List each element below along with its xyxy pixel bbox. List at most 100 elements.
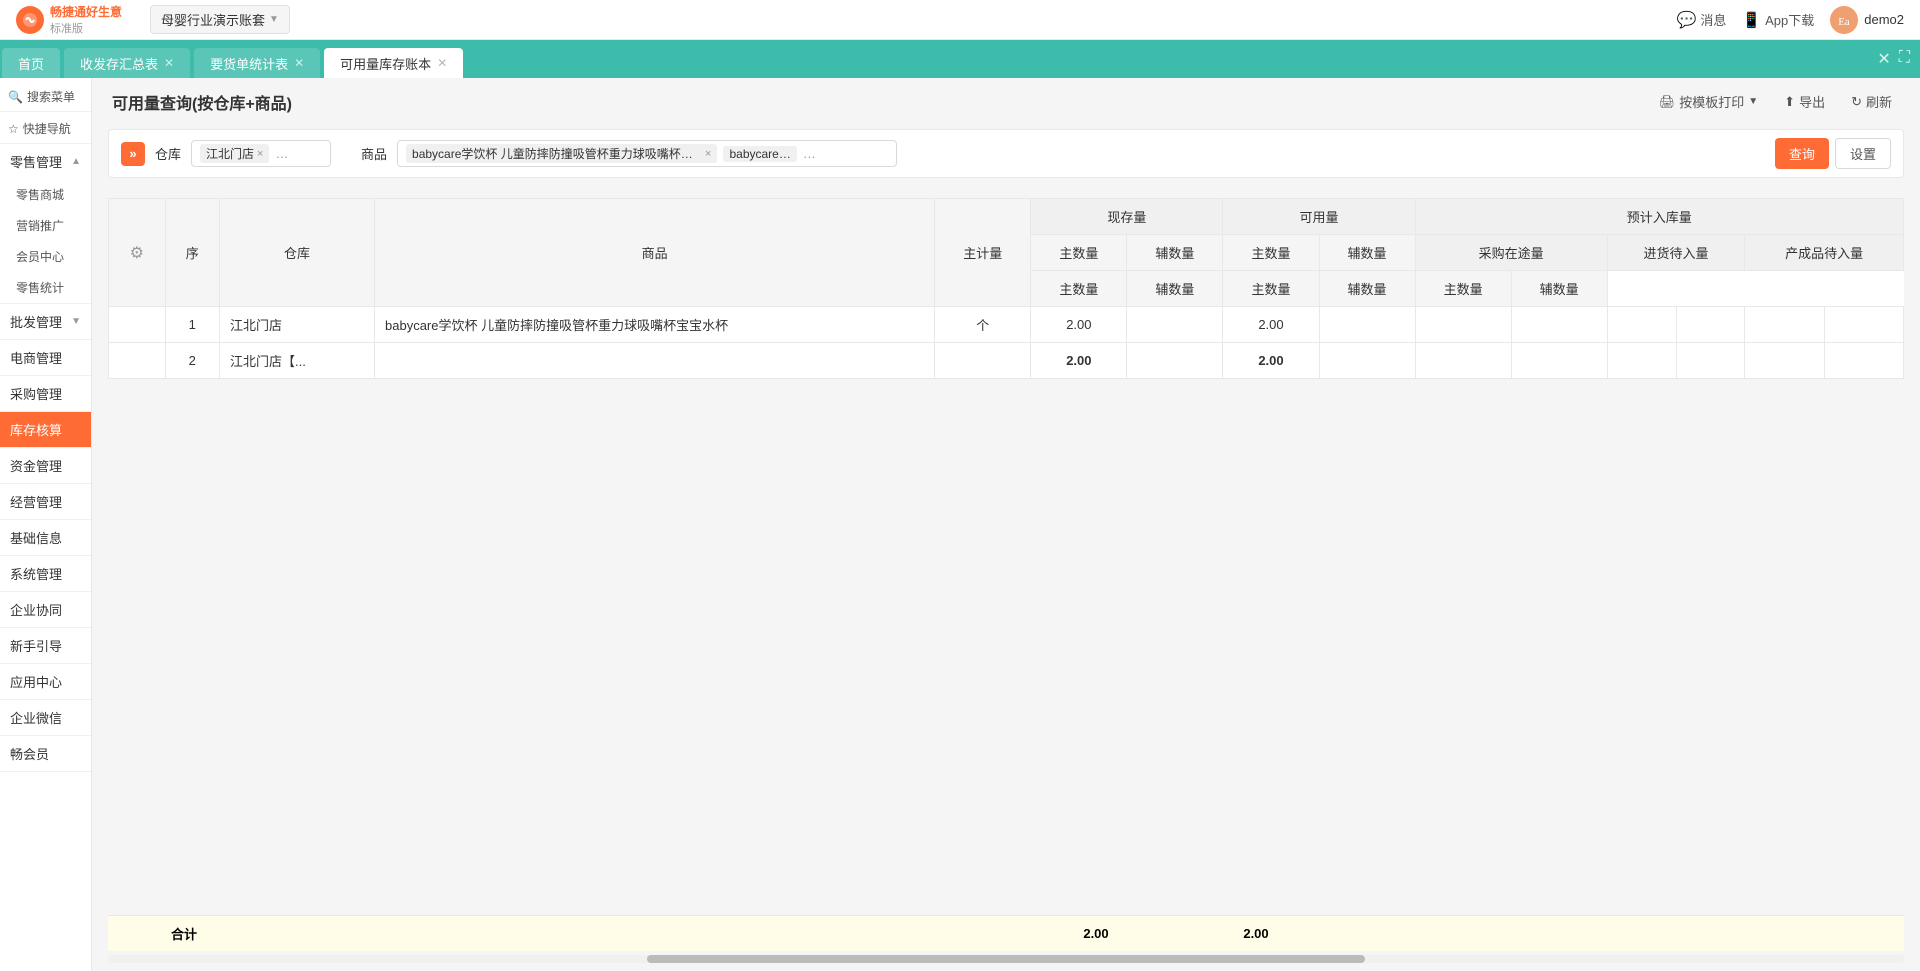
sidebar-section-new-guide: 新手引导 xyxy=(0,628,91,664)
close-all-tabs-btn[interactable]: ✕ xyxy=(1877,49,1890,69)
sidebar-item-retail-store[interactable]: 零售商城 xyxy=(0,179,91,210)
warehouse-filter-input[interactable]: 江北门店 × … xyxy=(191,140,331,167)
th-purchase-aux2: 辅数量 xyxy=(1127,271,1223,307)
sidebar-finance-header[interactable]: 资金管理 xyxy=(0,448,91,483)
logo-text-area: 畅捷通好生意 标准版 xyxy=(50,3,122,36)
avatar xyxy=(1830,6,1858,34)
th-production-main: 主数量 xyxy=(1415,271,1511,307)
scroll-thumb[interactable] xyxy=(647,955,1365,963)
sidebar: 🔍 搜索菜单 ☆ 快捷导航 零售管理 ▲ 零售商城 营销推广 会员中心 零售统计 xyxy=(0,78,92,971)
sidebar-enterprise-wechat-header[interactable]: 企业微信 xyxy=(0,700,91,735)
row2-inbound-main xyxy=(1607,343,1676,379)
product-filter-input[interactable]: babycare学饮杯 儿童防摔防撞吸管杯重力球吸嘴杯宝宝水杯 × babyca… xyxy=(397,140,897,167)
footer-avail-main: 2.00 xyxy=(1216,926,1296,941)
close-tab-order-stats[interactable]: ✕ xyxy=(294,56,304,70)
sidebar-basic-info-header[interactable]: 基础信息 xyxy=(0,520,91,555)
sidebar-retail-header[interactable]: 零售管理 ▲ xyxy=(0,144,91,179)
page-header: 可用量查询(按仓库+商品) 🖨 按模板打印 ▼ ⬆ 导出 ↻ 刷新 xyxy=(92,78,1920,121)
row2-production-aux xyxy=(1824,343,1903,379)
product-tag2: babycare… xyxy=(723,146,796,162)
star-icon: ☆ xyxy=(8,122,19,136)
industry-selector[interactable]: 母婴行业演示账套 ▼ xyxy=(150,5,290,34)
filter-wrapper: » 仓库 江北门店 × … 商品 babycare学饮杯 儿童防摔防撞吸管杯重力… xyxy=(92,121,1920,186)
app-download-icon: 📱 xyxy=(1742,11,1761,29)
warehouse-dots[interactable]: … xyxy=(275,146,288,161)
sidebar-app-center-header[interactable]: 应用中心 xyxy=(0,664,91,699)
sidebar-basic-info-label: 基础信息 xyxy=(10,528,62,547)
tab-home[interactable]: 首页 xyxy=(2,48,60,78)
footer-label: 合计 xyxy=(164,924,204,943)
sidebar-item-retail-stats[interactable]: 零售统计 xyxy=(0,272,91,303)
row1-inbound-main xyxy=(1607,307,1676,343)
chevron-down-icon2: ▼ xyxy=(71,316,81,327)
refresh-icon: ↻ xyxy=(1851,94,1862,110)
product-tag-remove[interactable]: × xyxy=(705,148,711,160)
sidebar-quick-nav[interactable]: ☆ 快捷导航 xyxy=(0,112,91,144)
main-layout: 🔍 搜索菜单 ☆ 快捷导航 零售管理 ▲ 零售商城 营销推广 会员中心 零售统计 xyxy=(0,78,1920,971)
footer-stock-main: 2.00 xyxy=(1056,926,1136,941)
nav-tabs: 首页 收发存汇总表 ✕ 要货单统计表 ✕ 可用量库存账本 ✕ ✕ ⛶ xyxy=(0,40,1920,78)
query-btn[interactable]: 查询 xyxy=(1775,138,1829,169)
user-area[interactable]: demo2 xyxy=(1830,6,1904,34)
table-footer: 合计 2.00 2.00 xyxy=(108,915,1904,951)
close-tab-receive-send[interactable]: ✕ xyxy=(164,56,174,70)
chevron-down-icon: ▼ xyxy=(269,14,279,25)
sidebar-system-header[interactable]: 系统管理 xyxy=(0,556,91,591)
tab-receive-send[interactable]: 收发存汇总表 ✕ xyxy=(64,48,190,78)
tab-order-stats-label: 要货单统计表 xyxy=(210,54,288,73)
sidebar-section-system: 系统管理 xyxy=(0,556,91,592)
sidebar-vip-header[interactable]: 畅会员 xyxy=(0,736,91,771)
sidebar-search[interactable]: 🔍 搜索菜单 xyxy=(0,78,91,112)
row1-production-main xyxy=(1745,307,1824,343)
sidebar-item-retail-store-label: 零售商城 xyxy=(16,188,64,202)
sidebar-section-retail: 零售管理 ▲ 零售商城 营销推广 会员中心 零售统计 xyxy=(0,144,91,304)
th-warehouse: 仓库 xyxy=(220,199,375,307)
sidebar-inventory-header[interactable]: 库存核算 xyxy=(0,412,91,447)
sidebar-section-enterprise-wechat: 企业微信 xyxy=(0,700,91,736)
sidebar-enterprise-collab-header[interactable]: 企业协同 xyxy=(0,592,91,627)
row1-settings xyxy=(109,307,166,343)
row1-purchase-main xyxy=(1415,307,1511,343)
export-btn[interactable]: ⬆ 导出 xyxy=(1776,88,1833,115)
user-name[interactable]: demo2 xyxy=(1864,12,1904,27)
warehouse-tag: 江北门店 × xyxy=(200,144,269,163)
filter-expand-btn[interactable]: » xyxy=(121,142,145,166)
logo-area: 畅捷通好生意 标准版 xyxy=(16,3,122,36)
product-tag2-value: babycare… xyxy=(729,147,790,161)
warehouse-tag-remove[interactable]: × xyxy=(257,148,263,160)
th-avail-main: 主数量 xyxy=(1223,235,1319,271)
app-download-action[interactable]: 📱 App下载 xyxy=(1742,10,1814,29)
sidebar-item-marketing[interactable]: 营销推广 xyxy=(0,210,91,241)
template-print-btn[interactable]: 🖨 按模板打印 ▼ xyxy=(1651,88,1766,115)
gear-icon[interactable]: ⚙ xyxy=(130,245,144,262)
refresh-btn[interactable]: ↻ 刷新 xyxy=(1843,88,1900,115)
row1-stock-aux xyxy=(1127,307,1223,343)
sidebar-section-purchase: 采购管理 xyxy=(0,376,91,412)
chevron-up-icon: ▲ xyxy=(71,156,81,167)
sidebar-item-member-center[interactable]: 会员中心 xyxy=(0,241,91,272)
export-label: 导出 xyxy=(1799,92,1825,111)
page-actions: 🖨 按模板打印 ▼ ⬆ 导出 ↻ 刷新 xyxy=(1651,88,1900,115)
sidebar-ecommerce-header[interactable]: 电商管理 xyxy=(0,340,91,375)
th-available-group: 可用量 xyxy=(1223,199,1415,235)
table-row: 2 江北门店【... 2.00 2.00 xyxy=(109,343,1904,379)
tab-order-stats[interactable]: 要货单统计表 ✕ xyxy=(194,48,320,78)
th-stock-aux: 辅数量 xyxy=(1127,235,1223,271)
table-wrapper: ⚙ 序 仓库 商品 主计量 现存量 可用量 预计入库量 主数量 辅数量 xyxy=(92,186,1920,915)
tab-available-stock[interactable]: 可用量库存账本 ✕ xyxy=(324,48,463,78)
product-dots[interactable]: … xyxy=(803,146,816,161)
sidebar-wholesale-header[interactable]: 批发管理 ▼ xyxy=(0,304,91,339)
sidebar-wholesale-label: 批发管理 xyxy=(10,312,62,331)
settings-btn[interactable]: 设置 xyxy=(1835,138,1891,169)
tab-home-label: 首页 xyxy=(18,54,44,73)
row2-purchase-aux xyxy=(1511,343,1607,379)
expand-tabs-btn[interactable]: ⛶ xyxy=(1899,49,1910,69)
horizontal-scrollbar[interactable] xyxy=(108,955,1904,963)
row2-inbound-aux xyxy=(1676,343,1745,379)
sidebar-new-guide-header[interactable]: 新手引导 xyxy=(0,628,91,663)
sidebar-operations-header[interactable]: 经营管理 xyxy=(0,484,91,519)
row2-product xyxy=(375,343,935,379)
sidebar-purchase-header[interactable]: 采购管理 xyxy=(0,376,91,411)
message-action[interactable]: 💬 消息 xyxy=(1676,10,1726,30)
close-tab-available-stock[interactable]: ✕ xyxy=(437,56,447,70)
